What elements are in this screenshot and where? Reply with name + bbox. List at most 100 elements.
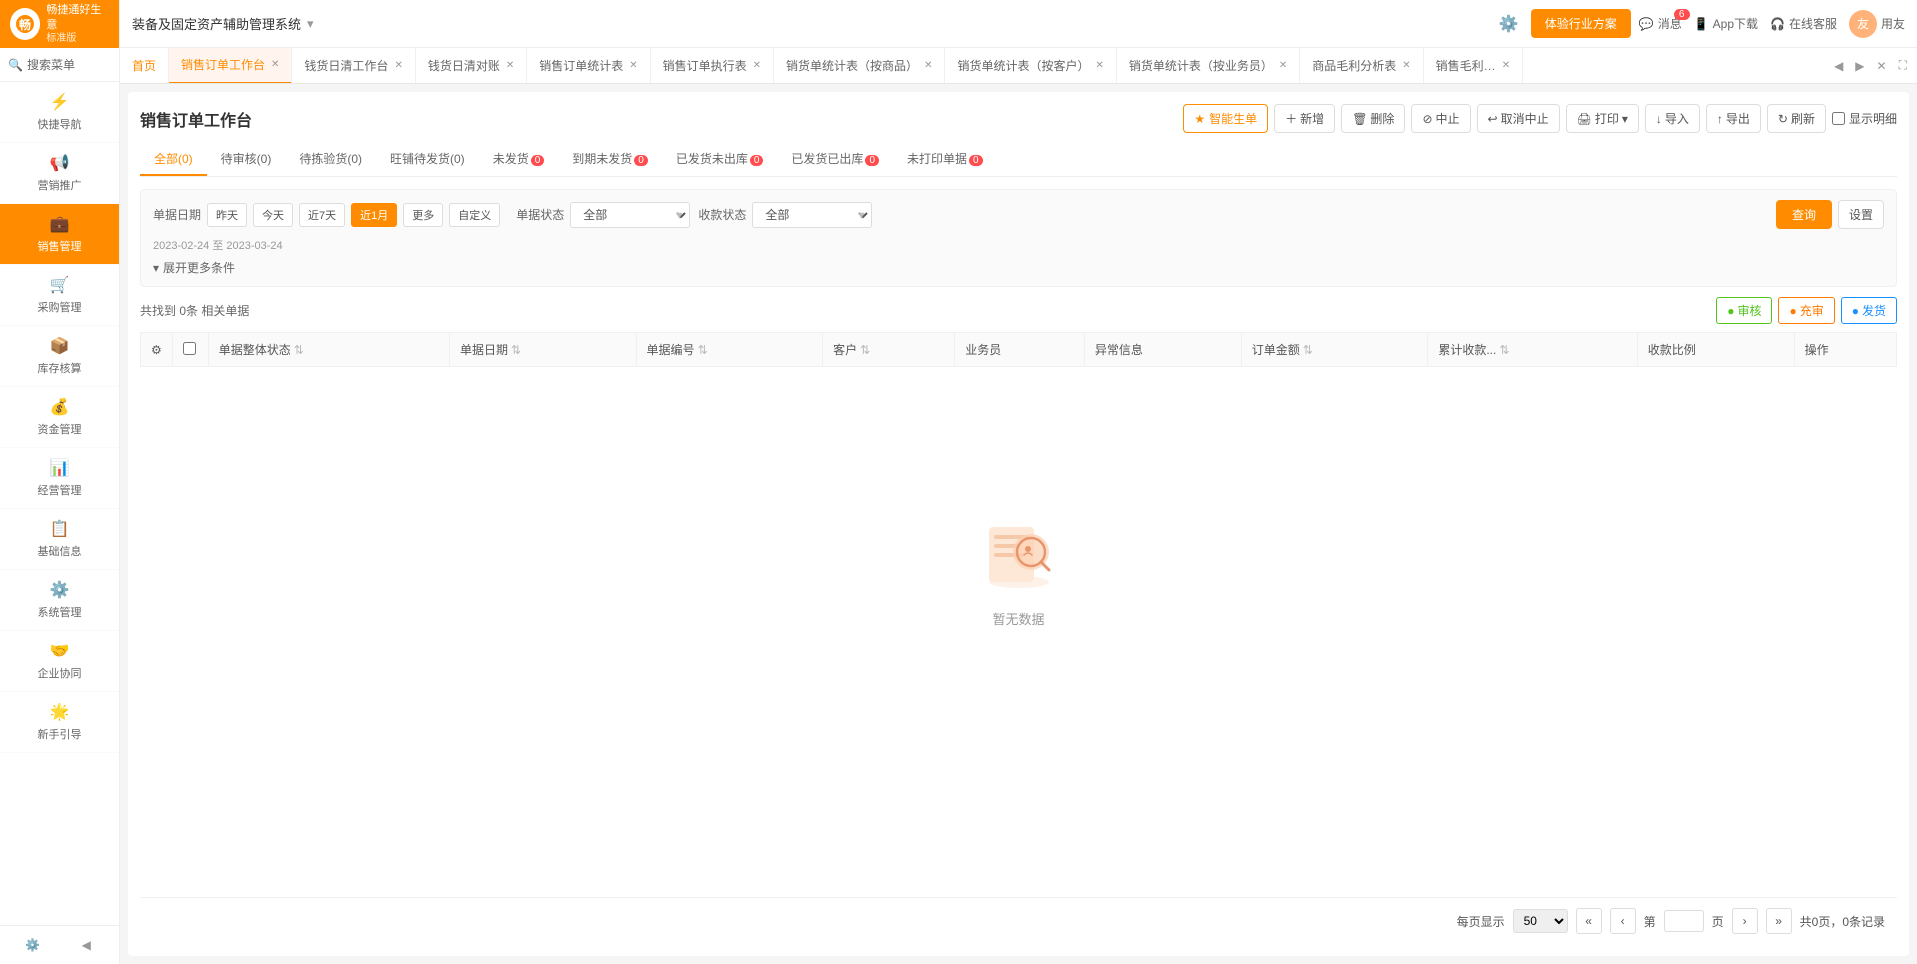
sidebar-item-quick-nav[interactable]: ⚡ 快捷导航 bbox=[0, 82, 119, 143]
sidebar-search[interactable]: 🔍 搜索菜单 bbox=[0, 48, 119, 82]
tab-close-sales-profit[interactable]: ✕ bbox=[1502, 60, 1510, 71]
tab-daily-clear[interactable]: 钱货日清工作台 ✕ bbox=[292, 48, 415, 84]
sidebar-item-operations[interactable]: 📊 经营管理 bbox=[0, 448, 119, 509]
subtab-not-shipped[interactable]: 未发货0 bbox=[479, 143, 559, 176]
tab-close-daily-clear[interactable]: ✕ bbox=[394, 60, 402, 71]
date-btn-yesterday[interactable]: 昨天 bbox=[207, 203, 247, 227]
show-detail-checkbox[interactable]: 显示明细 bbox=[1832, 110, 1897, 127]
tab-sales-staff[interactable]: 销货单统计表（按业务员） ✕ bbox=[1117, 48, 1300, 84]
status-select[interactable]: 全部 bbox=[570, 202, 690, 228]
gear-icon-topbar[interactable]: ⚙️ bbox=[1499, 14, 1519, 34]
sidebar-item-inventory[interactable]: 📦 库存核算 bbox=[0, 326, 119, 387]
tab-order-exec[interactable]: 销售订单执行表 ✕ bbox=[651, 48, 774, 84]
col-customer[interactable]: 客户⇅ bbox=[823, 333, 955, 367]
expand-icon: ▾ bbox=[153, 261, 159, 275]
col-payment[interactable]: 累计收款...⇅ bbox=[1428, 333, 1637, 367]
payment-select[interactable]: 全部 bbox=[752, 202, 872, 228]
prev-page-btn[interactable]: ‹ bbox=[1610, 908, 1636, 934]
reject-btn[interactable]: ● 充审 bbox=[1778, 297, 1834, 324]
page-number-input[interactable]: 1 bbox=[1664, 910, 1704, 932]
query-btn[interactable]: 查询 bbox=[1776, 200, 1832, 229]
date-btn-today[interactable]: 今天 bbox=[253, 203, 293, 227]
tab-close-sales-workbench[interactable]: ✕ bbox=[271, 59, 279, 70]
date-btn-more[interactable]: 更多 bbox=[403, 203, 443, 227]
subtab-overdue-ship[interactable]: 到期未发货0 bbox=[558, 143, 662, 176]
sidebar-item-basic[interactable]: 📋 基础信息 bbox=[0, 509, 119, 570]
tab-order-stats[interactable]: 销售订单统计表 ✕ bbox=[527, 48, 650, 84]
tab-sales-profit[interactable]: 销售毛利… ✕ bbox=[1424, 48, 1523, 84]
sidebar-item-purchase[interactable]: 🛒 采购管理 bbox=[0, 265, 119, 326]
topbar-dropdown-icon[interactable]: ▾ bbox=[307, 16, 314, 32]
ship-btn[interactable]: ● 发货 bbox=[1841, 297, 1897, 324]
sidebar-item-marketing[interactable]: 📢 营销推广 bbox=[0, 143, 119, 204]
subtab-shipped-out[interactable]: 已发货已出库0 bbox=[777, 143, 893, 176]
page-size-select[interactable]: 10 20 50 100 bbox=[1513, 909, 1568, 933]
message-btn[interactable]: 💬 6 消息 bbox=[1639, 15, 1682, 32]
setting-btn[interactable]: 设置 bbox=[1838, 200, 1884, 229]
tab-close-gross-analysis[interactable]: ✕ bbox=[1402, 60, 1410, 71]
industry-btn[interactable]: 体验行业方案 bbox=[1531, 9, 1631, 38]
tab-close-reconcile[interactable]: ✕ bbox=[506, 60, 514, 71]
subtab-not-printed[interactable]: 未打印单据0 bbox=[893, 143, 997, 176]
tab-sales-workbench[interactable]: 销售订单工作台 ✕ bbox=[169, 48, 292, 84]
last-page-btn[interactable]: » bbox=[1766, 908, 1792, 934]
first-page-btn[interactable]: « bbox=[1576, 908, 1602, 934]
col-check[interactable] bbox=[172, 333, 208, 367]
smart-create-btn[interactable]: ★ 智能生单 bbox=[1183, 104, 1268, 133]
tab-close-sales-product[interactable]: ✕ bbox=[924, 60, 932, 71]
tab-sales-customer[interactable]: 销货单统计表（按客户） ✕ bbox=[945, 48, 1116, 84]
tab-sales-product[interactable]: 销货单统计表（按商品） ✕ bbox=[774, 48, 945, 84]
show-detail-input[interactable] bbox=[1832, 112, 1845, 125]
subtab-pending-check[interactable]: 待拣验货(0) bbox=[285, 143, 376, 176]
date-btn-1month[interactable]: 近1月 bbox=[351, 203, 397, 227]
tab-maximize-btn[interactable]: ⛶ bbox=[1895, 56, 1911, 75]
tab-close-all-btn[interactable]: ✕ bbox=[1873, 57, 1891, 75]
tab-close-sales-customer[interactable]: ✕ bbox=[1095, 60, 1103, 71]
tab-home[interactable]: 首页 bbox=[120, 48, 169, 84]
add-btn[interactable]: ＋ 新增 bbox=[1274, 104, 1335, 133]
subtab-all[interactable]: 全部(0) bbox=[140, 143, 207, 176]
next-page-btn[interactable]: › bbox=[1732, 908, 1758, 934]
col-amount[interactable]: 订单金额⇅ bbox=[1241, 333, 1428, 367]
col-number[interactable]: 单据编号⇅ bbox=[636, 333, 823, 367]
sidebar-item-finance[interactable]: 💰 资金管理 bbox=[0, 387, 119, 448]
delete-btn[interactable]: 🗑 删除 bbox=[1341, 104, 1405, 133]
date-btn-7days[interactable]: 近7天 bbox=[299, 203, 345, 227]
sidebar-item-sales[interactable]: 💼 销售管理 bbox=[0, 204, 119, 265]
settings-bottom-btn[interactable]: ⚙️ bbox=[8, 934, 58, 956]
tab-close-sales-staff[interactable]: ✕ bbox=[1279, 60, 1287, 71]
sidebar-item-newbie[interactable]: 🌟 新手引导 bbox=[0, 692, 119, 753]
tab-next-btn[interactable]: ▶ bbox=[1851, 57, 1868, 75]
stop-btn[interactable]: ⊘ 中止 bbox=[1411, 104, 1470, 133]
subtab-wangpu-ship[interactable]: 旺铺待发货(0) bbox=[376, 143, 479, 176]
subtab-pending-review[interactable]: 待审核(0) bbox=[207, 143, 286, 176]
col-staff[interactable]: 业务员 bbox=[955, 333, 1085, 367]
tab-gross-analysis[interactable]: 商品毛利分析表 ✕ bbox=[1300, 48, 1423, 84]
col-status: 单据整体状态⇅ bbox=[208, 333, 449, 367]
expand-filter-btn[interactable]: ▾ 展开更多条件 bbox=[153, 259, 1884, 276]
export-btn[interactable]: ↑ 导出 bbox=[1706, 104, 1761, 133]
topbar-icons: 💬 6 消息 📱 App下载 🎧 在线客服 友 用友 bbox=[1639, 10, 1905, 38]
tab-prev-btn[interactable]: ◀ bbox=[1830, 57, 1847, 75]
cancel-stop-btn[interactable]: ↩ 取消中止 bbox=[1477, 104, 1560, 133]
collapse-sidebar-btn[interactable]: ◀ bbox=[62, 934, 112, 956]
tab-reconcile[interactable]: 钱货日清对账 ✕ bbox=[416, 48, 527, 84]
select-all-checkbox[interactable] bbox=[183, 342, 196, 355]
approve-btn[interactable]: ● 审核 bbox=[1716, 297, 1772, 324]
col-date[interactable]: 单据日期⇅ bbox=[449, 333, 636, 367]
import-btn[interactable]: ↓ 导入 bbox=[1645, 104, 1700, 133]
page-title: 销售订单工作台 bbox=[140, 107, 252, 131]
print-btn[interactable]: 🖨 打印 ▾ bbox=[1566, 104, 1639, 133]
app-download-btn[interactable]: 📱 App下载 bbox=[1694, 15, 1758, 32]
online-service-btn[interactable]: 🎧 在线客服 bbox=[1770, 15, 1837, 32]
sidebar-item-enterprise[interactable]: 🤝 企业协同 bbox=[0, 631, 119, 692]
refresh-btn[interactable]: ↻ 刷新 bbox=[1767, 104, 1826, 133]
date-btn-custom[interactable]: 自定义 bbox=[449, 203, 500, 227]
sidebar-item-system[interactable]: ⚙️ 系统管理 bbox=[0, 570, 119, 631]
user-btn[interactable]: 友 用友 bbox=[1849, 10, 1905, 38]
col-settings[interactable]: ⚙ bbox=[141, 333, 173, 367]
tab-close-order-exec[interactable]: ✕ bbox=[753, 60, 761, 71]
subtab-shipped-not-out[interactable]: 已发货未出库0 bbox=[662, 143, 778, 176]
svg-text:畅: 畅 bbox=[19, 17, 31, 32]
tab-close-order-stats[interactable]: ✕ bbox=[629, 60, 637, 71]
